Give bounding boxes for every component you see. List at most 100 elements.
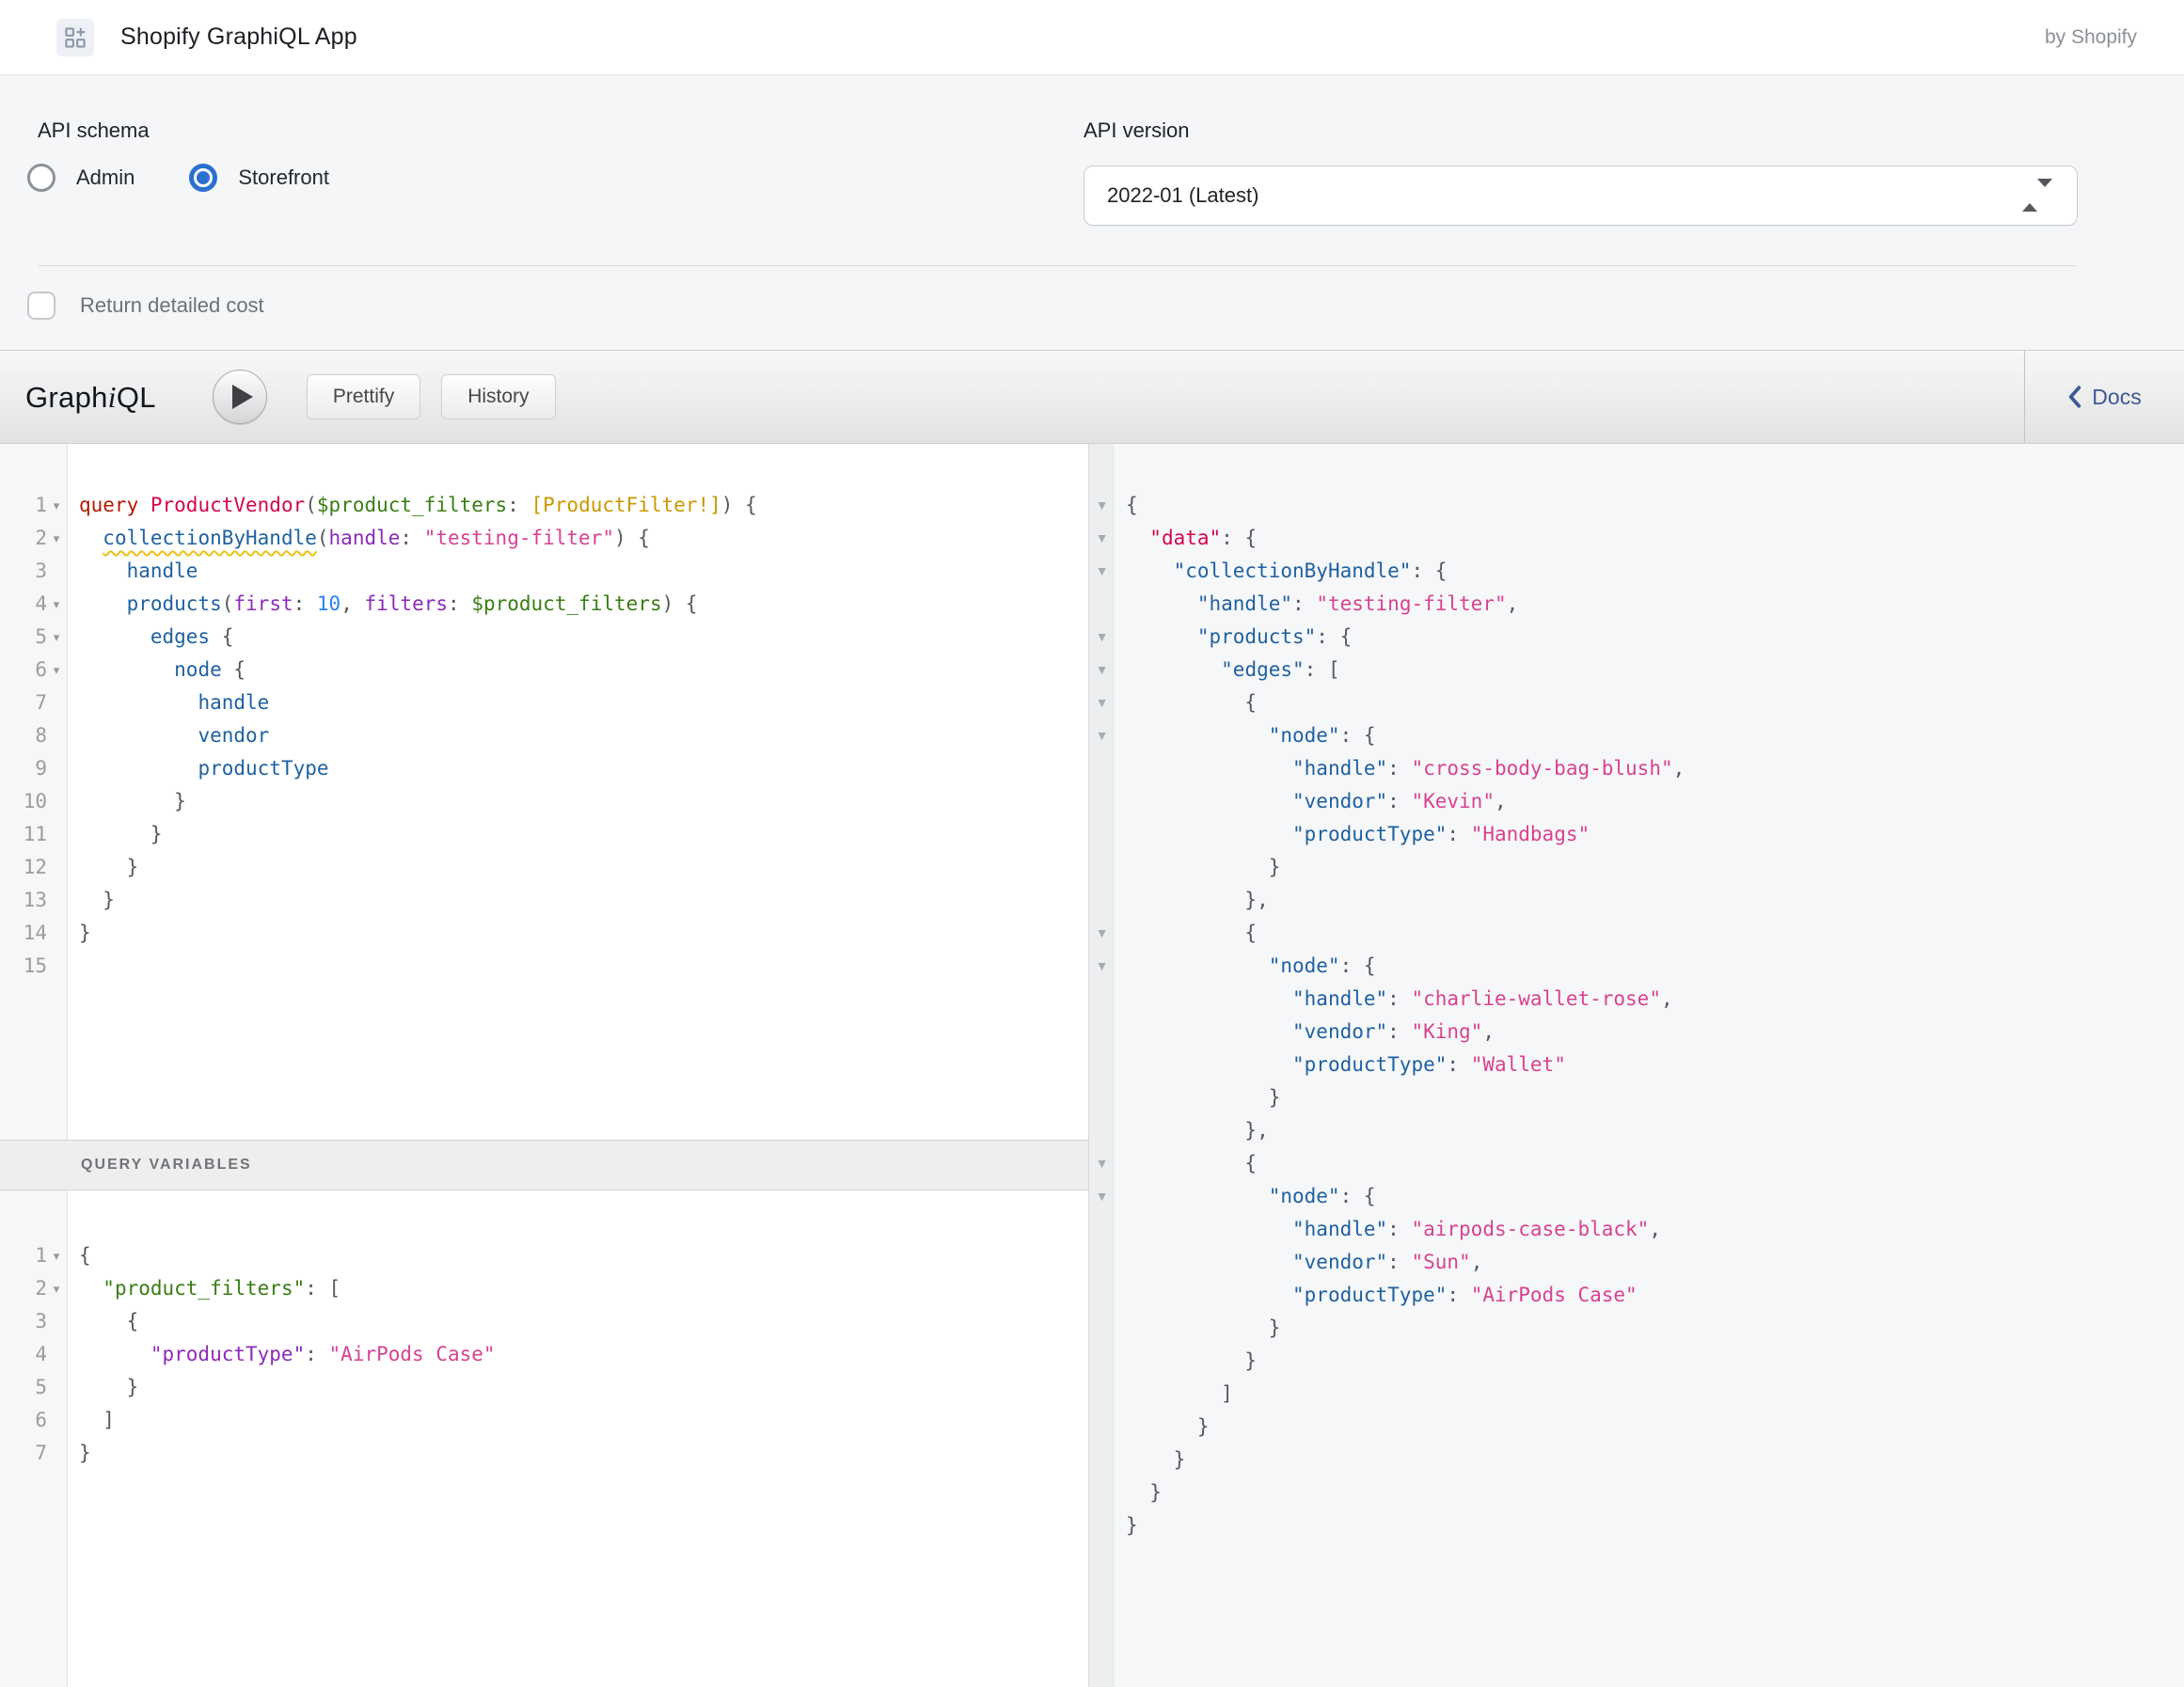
code-text: query ProductVendor($product_filters: [P… xyxy=(68,489,757,522)
query-variables-header[interactable]: QUERY VARIABLES xyxy=(0,1140,1088,1190)
history-button[interactable]: History xyxy=(441,374,555,419)
code-line: ▼ "collectionByHandle": { xyxy=(1089,555,2184,588)
line-gutter: 1▾ xyxy=(0,1239,68,1272)
code-line: ▼ "node": { xyxy=(1089,1180,2184,1213)
shopify-graphiql-app: Shopify GraphiQL App by Shopify API sche… xyxy=(0,0,2184,1687)
code-line: 3 handle xyxy=(0,555,1088,588)
code-line: "vendor": "King", xyxy=(1089,1016,2184,1048)
code-text: "productType": "Wallet" xyxy=(1115,1048,1566,1081)
query-editor[interactable]: 1▾query ProductVendor($product_filters: … xyxy=(0,444,1088,1140)
fold-arrow-icon[interactable]: ▾ xyxy=(47,1239,66,1272)
line-number: 5 xyxy=(0,1371,47,1404)
radio-admin-label: Admin xyxy=(76,166,135,190)
fold-arrow-icon[interactable]: ▼ xyxy=(1089,686,1115,719)
execute-query-button[interactable] xyxy=(213,370,267,424)
code-text: } xyxy=(1115,1081,1280,1114)
code-line: 15 xyxy=(0,950,1088,983)
docs-toggle[interactable]: Docs xyxy=(2024,351,2184,443)
code-text: { xyxy=(1115,489,1138,522)
code-text: "handle": "cross-body-bag-blush", xyxy=(1115,752,1685,785)
line-gutter: 7 xyxy=(0,686,68,719)
code-text: "productType": "AirPods Case" xyxy=(1115,1279,1638,1312)
code-text: } xyxy=(1115,1312,1280,1345)
line-number: 6 xyxy=(0,654,47,686)
line-gutter: 1▾ xyxy=(0,489,68,522)
line-number: 1 xyxy=(0,489,47,522)
code-line: 4▾ products(first: 10, filters: $product… xyxy=(0,588,1088,621)
line-number: 3 xyxy=(0,1305,47,1338)
code-line: ▼ "edges": [ xyxy=(1089,654,2184,686)
code-text: } xyxy=(1115,1476,1162,1509)
fold-arrow-icon[interactable]: ▼ xyxy=(1089,1147,1115,1180)
code-line: 7 handle xyxy=(0,686,1088,719)
code-line: 6 ] xyxy=(0,1404,1088,1437)
code-text: } xyxy=(68,1371,138,1404)
code-text: "vendor": "Kevin", xyxy=(1115,785,1507,818)
radio-admin-circle[interactable] xyxy=(27,164,55,192)
fold-arrow-icon[interactable]: ▼ xyxy=(1089,950,1115,983)
line-gutter: 10 xyxy=(0,785,68,818)
code-text: "product_filters": [ xyxy=(68,1272,340,1305)
fold-arrow-icon[interactable]: ▾ xyxy=(47,588,66,621)
code-line: "handle": "charlie-wallet-rose", xyxy=(1089,983,2184,1016)
code-line: "handle": "cross-body-bag-blush", xyxy=(1089,752,2184,785)
code-line: "productType": "Wallet" xyxy=(1089,1048,2184,1081)
api-version-select[interactable]: 2022-01 (Latest) xyxy=(1084,166,2078,226)
detailed-cost-checkbox[interactable] xyxy=(27,292,55,320)
code-text: "vendor": "King", xyxy=(1115,1016,1495,1048)
line-number: 2 xyxy=(0,522,47,555)
line-gutter: 8 xyxy=(0,719,68,752)
line-gutter: 11 xyxy=(0,818,68,851)
fold-arrow-icon[interactable]: ▾ xyxy=(47,1272,66,1305)
fold-arrow-icon[interactable]: ▼ xyxy=(1089,719,1115,752)
api-schema-radio-group: Admin Storefront xyxy=(27,164,384,192)
code-text: collectionByHandle(handle: "testing-filt… xyxy=(68,522,650,555)
fold-arrow-icon[interactable]: ▼ xyxy=(1089,555,1115,588)
code-text: ] xyxy=(1115,1378,1233,1411)
fold-spacer xyxy=(1089,1443,1115,1476)
code-line: 2▾ collectionByHandle(handle: "testing-f… xyxy=(0,522,1088,555)
line-gutter: 6 xyxy=(0,1404,68,1437)
code-line: }, xyxy=(1089,884,2184,917)
code-text: } xyxy=(1115,1443,1185,1476)
main-split: 1▾query ProductVendor($product_filters: … xyxy=(0,444,2184,1687)
code-text: edges { xyxy=(68,621,233,654)
code-text: products(first: 10, filters: $product_fi… xyxy=(68,588,698,621)
line-gutter: 2▾ xyxy=(0,1272,68,1305)
fold-arrow-icon[interactable]: ▼ xyxy=(1089,1180,1115,1213)
fold-arrow-icon[interactable]: ▾ xyxy=(47,654,66,686)
code-text: } xyxy=(68,884,115,917)
code-line: 2▾ "product_filters": [ xyxy=(0,1272,1088,1305)
code-line: } xyxy=(1089,1509,2184,1542)
code-line: 1▾{ xyxy=(0,1239,1088,1272)
fold-arrow-icon[interactable]: ▼ xyxy=(1089,489,1115,522)
code-line: 5▾ edges { xyxy=(0,621,1088,654)
code-line: ▼ "products": { xyxy=(1089,621,2184,654)
prettify-button[interactable]: Prettify xyxy=(307,374,420,419)
code-text: "productType": "AirPods Case" xyxy=(68,1338,496,1371)
play-icon xyxy=(232,385,253,409)
code-line: 6▾ node { xyxy=(0,654,1088,686)
line-number: 1 xyxy=(0,1239,47,1272)
fold-arrow-icon[interactable]: ▼ xyxy=(1089,621,1115,654)
line-number: 14 xyxy=(0,917,47,950)
fold-arrow-icon[interactable]: ▾ xyxy=(47,621,66,654)
line-number: 5 xyxy=(0,621,47,654)
fold-arrow-icon[interactable]: ▼ xyxy=(1089,654,1115,686)
fold-arrow-icon[interactable]: ▼ xyxy=(1089,917,1115,950)
fold-spacer xyxy=(1089,1279,1115,1312)
radio-admin[interactable]: Admin xyxy=(27,164,135,192)
radio-storefront[interactable]: Storefront xyxy=(189,164,329,192)
fold-arrow-icon[interactable]: ▾ xyxy=(47,489,66,522)
query-variables-editor[interactable]: 1▾{2▾ "product_filters": [3 {4 "productT… xyxy=(0,1190,1088,1687)
code-text: "handle": "testing-filter", xyxy=(1115,588,1518,621)
fold-arrow-icon[interactable]: ▾ xyxy=(47,522,66,555)
fold-arrow-icon[interactable]: ▼ xyxy=(1089,522,1115,555)
config-divider xyxy=(38,265,2077,266)
code-text: "data": { xyxy=(1115,522,1257,555)
code-text: "node": { xyxy=(1115,950,1376,983)
line-gutter: 14 xyxy=(0,917,68,950)
radio-storefront-circle[interactable] xyxy=(189,164,217,192)
code-line: 12 } xyxy=(0,851,1088,884)
code-line: ▼ { xyxy=(1089,917,2184,950)
